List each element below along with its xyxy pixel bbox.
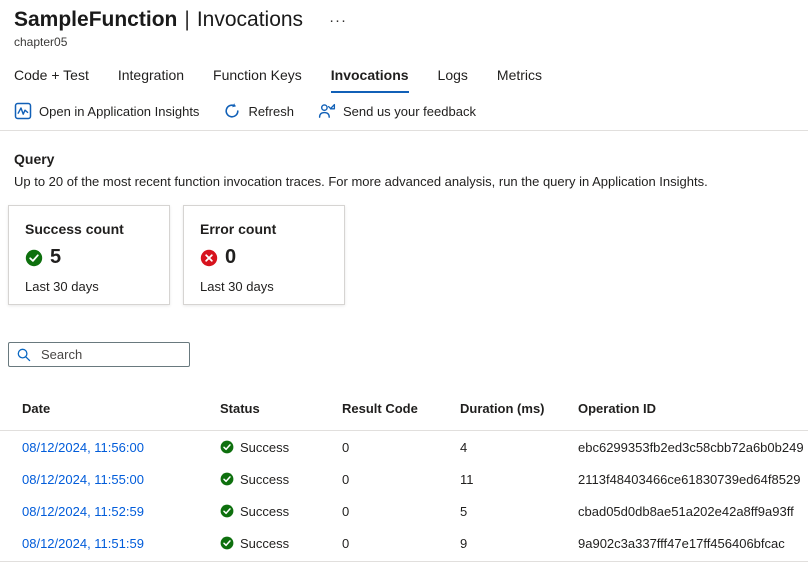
operation-id-cell: cbad05d0db8ae51a202e42a8ff9a93ff xyxy=(578,503,794,519)
toolbar-item-label: Send us your feedback xyxy=(342,103,476,119)
command-bar: Open in Application Insights Refresh Sen… xyxy=(0,93,808,131)
invocation-date-link[interactable]: 08/12/2024, 11:56:00 xyxy=(22,440,144,455)
operation-id-cell: 9a902c3a337fff47e17ff456406bfcac xyxy=(578,535,785,551)
page-header: SampleFunction | Invocations ··· chapter… xyxy=(0,0,808,49)
search-input[interactable] xyxy=(41,347,217,362)
operation-id-cell: 2113f48403466ce61830739ed64f8529 xyxy=(578,471,801,487)
error-count-card: Error count 0 Last 30 days xyxy=(183,205,345,305)
duration-cell: 5 xyxy=(460,503,468,519)
breadcrumb-app-name: chapter05 xyxy=(14,35,68,49)
tab-integration[interactable]: Integration xyxy=(118,63,184,93)
table-row: 08/12/2024, 11:52:59 Success 0 5 cbad05d… xyxy=(0,495,808,527)
tab-function-keys[interactable]: Function Keys xyxy=(213,63,302,93)
invocation-date-link[interactable]: 08/12/2024, 11:55:00 xyxy=(22,472,144,487)
search-icon xyxy=(17,348,31,362)
toolbar-item-label: Refresh xyxy=(248,103,294,119)
result-code-cell: 0 xyxy=(342,503,350,519)
summary-cards: Success count 5 Last 30 days Error count… xyxy=(8,205,808,305)
invocation-date-link[interactable]: 08/12/2024, 11:51:59 xyxy=(22,536,144,551)
open-in-app-insights-button[interactable]: Open in Application Insights xyxy=(14,102,199,120)
table-row: 08/12/2024, 11:56:00 Success 0 4 ebc6299… xyxy=(0,431,808,463)
table-row: 08/12/2024, 11:51:59 Success 0 9 9a902c3… xyxy=(0,527,808,559)
status-label: Success xyxy=(240,503,290,519)
invocation-date-link[interactable]: 08/12/2024, 11:52:59 xyxy=(22,504,144,519)
result-code-cell: 0 xyxy=(342,535,350,551)
success-check-icon xyxy=(220,536,234,550)
column-header-date: Date xyxy=(22,400,51,416)
toolbar-item-label: Open in Application Insights xyxy=(39,103,200,119)
page-title: SampleFunction | Invocations ··· xyxy=(14,8,794,32)
status-label: Success xyxy=(240,471,290,487)
table-header-row: Date Status Result Code Duration (ms) Op… xyxy=(0,390,808,426)
success-check-icon xyxy=(220,472,234,486)
app-insights-chart-icon xyxy=(14,102,32,120)
query-heading: Query xyxy=(14,151,55,167)
result-code-cell: 0 xyxy=(342,471,350,487)
table-bottom-divider xyxy=(0,561,808,562)
tab-metrics[interactable]: Metrics xyxy=(497,63,542,93)
status-label: Success xyxy=(240,439,290,455)
success-check-icon xyxy=(25,249,43,267)
tab-logs[interactable]: Logs xyxy=(438,63,468,93)
card-title: Success count xyxy=(25,221,124,237)
error-count-value: 0 xyxy=(225,246,237,268)
query-description: Up to 20 of the most recent function inv… xyxy=(14,174,708,189)
function-name: SampleFunction xyxy=(14,8,178,31)
column-header-operation-id: Operation ID xyxy=(578,400,657,416)
send-feedback-button[interactable]: Send us your feedback xyxy=(318,102,476,120)
card-period: Last 30 days xyxy=(200,279,274,294)
invocations-table: Date Status Result Code Duration (ms) Op… xyxy=(0,390,808,562)
success-count-card: Success count 5 Last 30 days xyxy=(8,205,170,305)
table-row: 08/12/2024, 11:55:00 Success 0 11 2113f4… xyxy=(0,463,808,495)
error-x-icon xyxy=(200,249,218,267)
success-count-value: 5 xyxy=(50,246,62,268)
success-check-icon xyxy=(220,504,234,518)
duration-cell: 9 xyxy=(460,535,468,551)
page-title-section: Invocations xyxy=(196,8,304,31)
feedback-person-icon xyxy=(318,102,336,120)
tab-code-test[interactable]: Code + Test xyxy=(14,63,89,93)
tab-bar: Code + Test Integration Function Keys In… xyxy=(0,63,808,93)
duration-cell: 4 xyxy=(460,439,468,455)
status-label: Success xyxy=(240,535,290,551)
card-period: Last 30 days xyxy=(25,279,99,294)
column-header-result-code: Result Code xyxy=(342,400,418,416)
title-separator: | xyxy=(184,8,190,31)
column-header-status: Status xyxy=(220,400,260,416)
column-header-duration: Duration (ms) xyxy=(460,400,545,416)
duration-cell: 11 xyxy=(460,471,474,487)
card-title: Error count xyxy=(200,221,277,237)
refresh-button[interactable]: Refresh xyxy=(223,102,294,120)
more-menu-icon[interactable]: ··· xyxy=(329,12,347,29)
tab-invocations[interactable]: Invocations xyxy=(330,63,409,93)
operation-id-cell: ebc6299353fb2ed3c58cbb72a6b0b249 xyxy=(578,439,804,455)
search-box[interactable] xyxy=(8,342,217,367)
success-check-icon xyxy=(220,440,234,454)
result-code-cell: 0 xyxy=(342,439,350,455)
query-section: Query Up to 20 of the most recent functi… xyxy=(0,131,808,189)
refresh-icon xyxy=(223,102,241,120)
